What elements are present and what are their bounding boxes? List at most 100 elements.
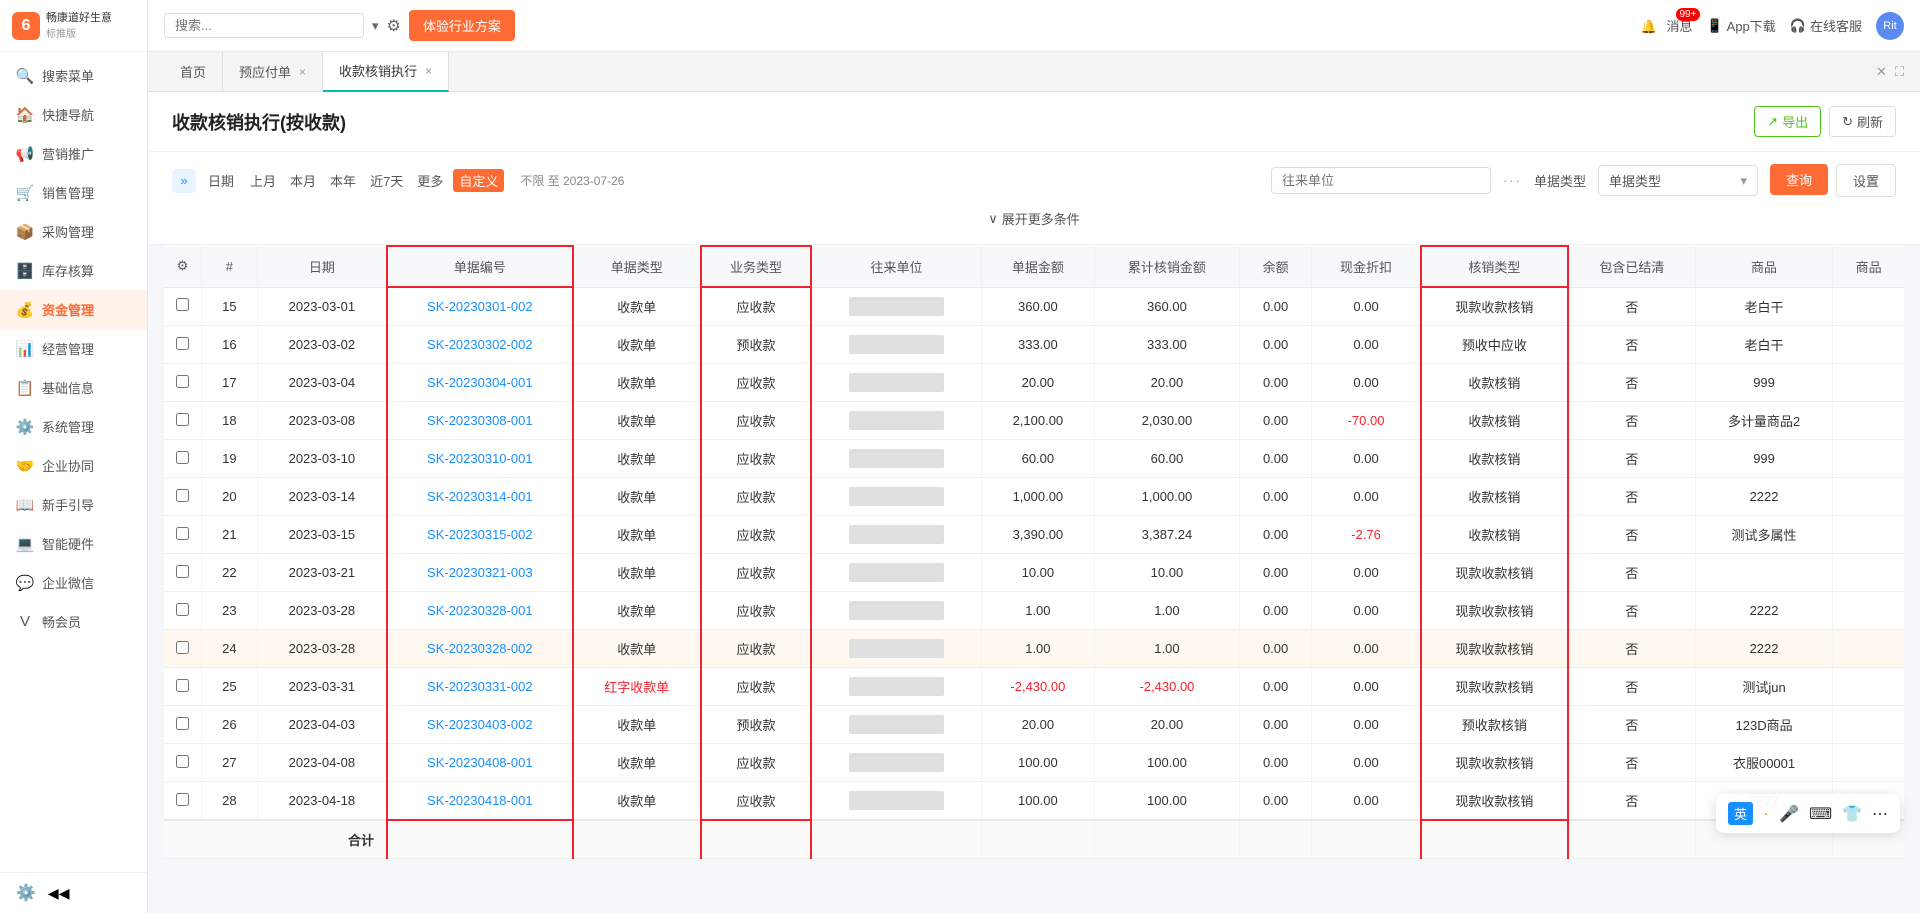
filter-settings-button[interactable]: 设置 [1836, 164, 1896, 197]
bill-no-link[interactable]: SK-20230308-001 [427, 413, 533, 428]
notification-bell[interactable]: 🔔 99+ 消息 [1641, 16, 1693, 35]
table-container[interactable]: ⚙ # 日期 单据编号 单据类型 业务类型 往来单位 单据金额 累计核销金额 余… [148, 245, 1920, 913]
export-button[interactable]: ↗ 导出 [1754, 106, 1821, 137]
sidebar-item-purchase[interactable]: 📦采购管理 [0, 212, 147, 251]
sidebar-item-hardware[interactable]: 💻智能硬件 [0, 524, 147, 563]
date-7days[interactable]: 近7天 [366, 169, 407, 192]
td-checkbox[interactable] [164, 402, 202, 440]
online-service-link[interactable]: 🎧 在线客服 [1790, 16, 1862, 35]
sidebar-item-inventory[interactable]: 🗄️库存核算 [0, 251, 147, 290]
collapse-icon[interactable]: ◀◀ [48, 885, 70, 902]
td-checkbox[interactable] [164, 706, 202, 744]
td-checkbox[interactable] [164, 744, 202, 782]
row-checkbox[interactable] [176, 717, 189, 730]
tab-fullscreen-icon[interactable]: ⛶ [1895, 64, 1904, 80]
bill-no-link[interactable]: SK-20230304-001 [427, 375, 533, 390]
bill-no-link[interactable]: SK-20230314-001 [427, 489, 533, 504]
ime-keyboard-icon[interactable]: ⌨ [1809, 804, 1832, 824]
sidebar-item-basic[interactable]: 📋基础信息 [0, 368, 147, 407]
topbar-gear-icon[interactable]: ⚙ [387, 16, 401, 36]
sidebar-item-wechat[interactable]: 💬企业微信 [0, 563, 147, 602]
sidebar-item-management[interactable]: 📊经营管理 [0, 329, 147, 368]
ime-lang-toggle[interactable]: 英 [1728, 802, 1753, 825]
ime-shirt-icon[interactable]: 👕 [1842, 804, 1862, 824]
td-checkbox[interactable] [164, 287, 202, 326]
bill-no-link[interactable]: SK-20230315-002 [427, 527, 533, 542]
expand-conditions-button[interactable]: ∨ 展开更多条件 [988, 209, 1080, 228]
row-checkbox[interactable] [176, 375, 189, 388]
th-settings[interactable]: ⚙ [164, 246, 202, 287]
bill-no-link[interactable]: SK-20230310-001 [427, 451, 533, 466]
row-checkbox[interactable] [176, 679, 189, 692]
tab-home[interactable]: 首页 [164, 52, 223, 92]
row-checkbox[interactable] [176, 451, 189, 464]
query-button[interactable]: 查询 [1770, 164, 1828, 195]
tab-collection[interactable]: 收款核销执行 × [323, 52, 449, 92]
sidebar-item-guide[interactable]: 📖新手引导 [0, 485, 147, 524]
date-this-month[interactable]: 本月 [286, 169, 320, 192]
tab-prepay-close[interactable]: × [299, 65, 306, 79]
bill-no-link[interactable]: SK-20230321-003 [427, 565, 533, 580]
sidebar-item-sales[interactable]: 🛒销售管理 [0, 173, 147, 212]
bill-no-link[interactable]: SK-20230328-001 [427, 603, 533, 618]
bill-no-link[interactable]: SK-20230418-001 [427, 793, 533, 808]
row-checkbox[interactable] [176, 793, 189, 806]
td-checkbox[interactable] [164, 364, 202, 402]
tab-collection-close[interactable]: × [425, 64, 432, 78]
td-checkbox[interactable] [164, 668, 202, 706]
td-checkbox[interactable] [164, 516, 202, 554]
topbar-search-input[interactable] [164, 13, 364, 38]
tab-close-icon[interactable]: ✕ [1876, 64, 1887, 80]
row-checkbox[interactable] [176, 565, 189, 578]
sidebar-item-enterprise[interactable]: 🤝企业协同 [0, 446, 147, 485]
row-checkbox[interactable] [176, 337, 189, 350]
td-checkbox[interactable] [164, 440, 202, 478]
refresh-button[interactable]: ↻ 刷新 [1829, 106, 1896, 137]
row-checkbox[interactable] [176, 755, 189, 768]
td-checkbox[interactable] [164, 478, 202, 516]
table-row: 16 2023-03-02 SK-20230302-002 收款单 预收款 ██… [164, 326, 1904, 364]
date-last-month[interactable]: 上月 [246, 169, 280, 192]
ime-more-icon[interactable]: ⋯ [1872, 804, 1888, 824]
td-checkbox[interactable] [164, 782, 202, 821]
bill-type-select[interactable]: 单据类型 ▾ [1598, 165, 1758, 196]
row-checkbox[interactable] [176, 489, 189, 502]
bill-no-link[interactable]: SK-20230328-002 [427, 641, 533, 656]
sidebar-item-nav[interactable]: 🏠快捷导航 [0, 95, 147, 134]
filter-expand-arrow[interactable]: » [172, 169, 196, 193]
row-checkbox[interactable] [176, 603, 189, 616]
date-custom[interactable]: 自定义 [453, 169, 504, 192]
settings-icon[interactable]: ⚙️ [16, 883, 36, 903]
bill-no-link[interactable]: SK-20230408-001 [427, 755, 533, 770]
partner-filter-input[interactable] [1271, 167, 1491, 194]
date-this-year[interactable]: 本年 [326, 169, 360, 192]
bill-no-link[interactable]: SK-20230331-002 [427, 679, 533, 694]
row-checkbox[interactable] [176, 527, 189, 540]
sidebar-item-system[interactable]: ⚙️系统管理 [0, 407, 147, 446]
td-checkbox[interactable] [164, 630, 202, 668]
td-cumulative: 20.00 [1094, 706, 1239, 744]
bill-no-link[interactable]: SK-20230301-002 [427, 299, 533, 314]
sidebar-item-search[interactable]: 🔍搜索菜单 [0, 56, 147, 95]
tab-prepay[interactable]: 预应付单 × [223, 52, 323, 92]
row-checkbox[interactable] [176, 298, 189, 311]
td-balance: 0.00 [1240, 744, 1312, 782]
sidebar-icon-basic: 📋 [16, 379, 34, 397]
sidebar-item-member[interactable]: V畅会员 [0, 602, 147, 641]
bill-no-link[interactable]: SK-20230302-002 [427, 337, 533, 352]
industry-solution-button[interactable]: 体验行业方案 [409, 10, 515, 41]
td-checkbox[interactable] [164, 326, 202, 364]
td-checkbox[interactable] [164, 592, 202, 630]
td-checkbox[interactable] [164, 554, 202, 592]
sidebar-item-finance[interactable]: 💰资金管理 [0, 290, 147, 329]
row-checkbox[interactable] [176, 641, 189, 654]
sidebar-item-marketing[interactable]: 📢营销推广 [0, 134, 147, 173]
user-avatar[interactable]: Rit [1876, 12, 1904, 40]
topbar-dropdown-arrow[interactable]: ▾ [372, 18, 379, 34]
bill-no-link[interactable]: SK-20230403-002 [427, 717, 533, 732]
date-more[interactable]: 更多 [413, 169, 447, 192]
row-checkbox[interactable] [176, 413, 189, 426]
ime-mic-icon[interactable]: 🎤 [1779, 804, 1799, 824]
td-biz-type: 应收款 [701, 668, 811, 706]
app-download-link[interactable]: 📱 App下载 [1706, 16, 1775, 35]
